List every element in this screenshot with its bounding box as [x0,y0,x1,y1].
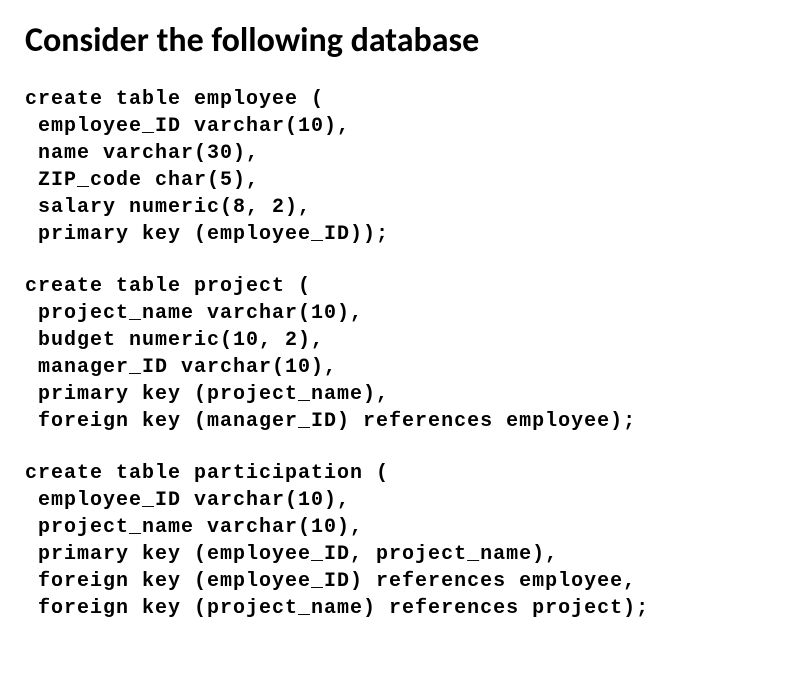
sql-column-line: name varchar(30), [25,140,778,167]
sql-column-line: foreign key (employee_ID) references emp… [25,568,778,595]
sql-block-participation: create table participation ( employee_ID… [25,460,778,622]
sql-column-line: foreign key (project_name) references pr… [25,595,778,622]
sql-column-line: primary key (employee_ID, project_name), [25,541,778,568]
sql-block-project: create table project ( project_name varc… [25,273,778,435]
sql-column-line: ZIP_code char(5), [25,167,778,194]
sql-column-line: project_name varchar(10), [25,300,778,327]
sql-create-line: create table participation ( [25,460,778,487]
page-title: Consider the following database [25,20,778,61]
sql-column-line: primary key (project_name), [25,381,778,408]
sql-column-line: employee_ID varchar(10), [25,113,778,140]
sql-column-line: project_name varchar(10), [25,514,778,541]
sql-column-line: manager_ID varchar(10), [25,354,778,381]
sql-column-line: salary numeric(8, 2), [25,194,778,221]
sql-column-line: employee_ID varchar(10), [25,487,778,514]
sql-create-line: create table project ( [25,273,778,300]
sql-block-employee: create table employee ( employee_ID varc… [25,86,778,248]
sql-column-line: budget numeric(10, 2), [25,327,778,354]
sql-column-line: foreign key (manager_ID) references empl… [25,408,778,435]
sql-column-line: primary key (employee_ID)); [25,221,778,248]
sql-create-line: create table employee ( [25,86,778,113]
